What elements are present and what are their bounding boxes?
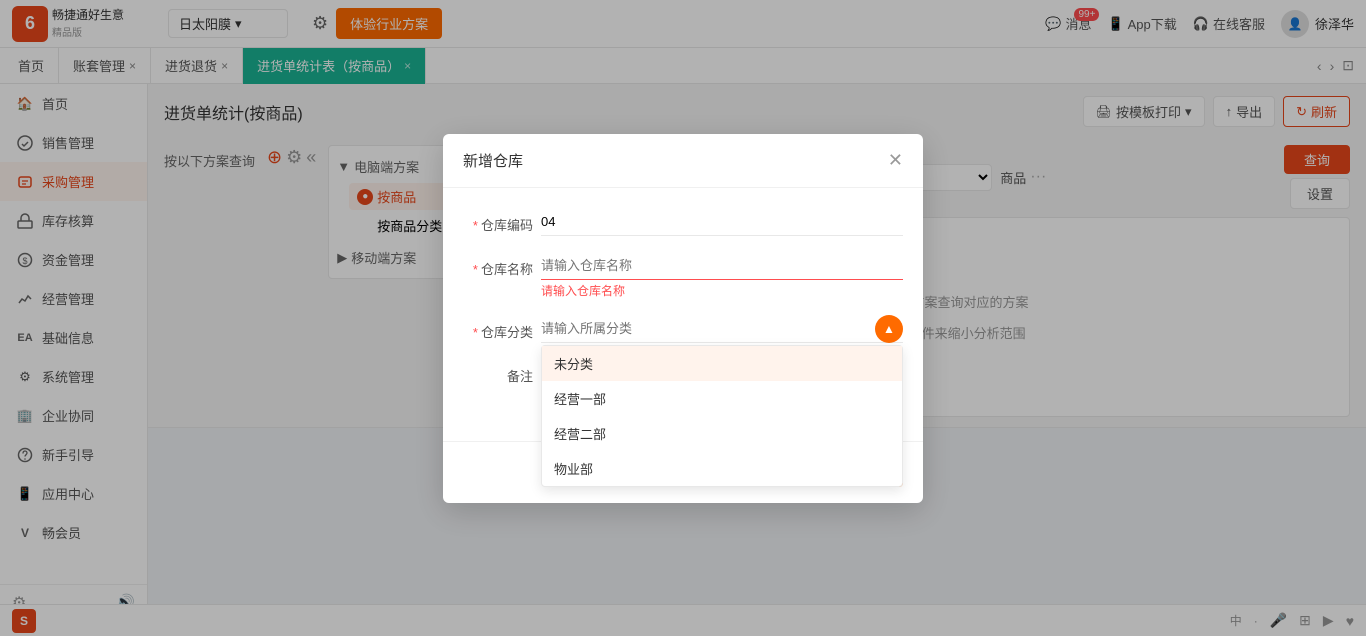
code-input[interactable] bbox=[541, 208, 903, 236]
category-option-2[interactable]: 经营二部 bbox=[542, 416, 902, 451]
name-error-tip: 请输入仓库名称 bbox=[541, 282, 903, 299]
form-row-category: 仓库分类 ▲ 未分类 经营一部 经营二部 物业部 bbox=[463, 315, 903, 343]
code-label: 仓库编码 bbox=[463, 208, 533, 234]
modal-overlay[interactable]: 新增仓库 ✕ 仓库编码 仓库名称 请输入仓库名称 仓库分类 bbox=[0, 0, 1366, 636]
category-label: 仓库分类 bbox=[463, 315, 533, 341]
name-label: 仓库名称 bbox=[463, 252, 533, 278]
name-input-wrap: 请输入仓库名称 bbox=[541, 252, 903, 299]
modal-header: 新增仓库 ✕ bbox=[443, 134, 923, 188]
category-option-3[interactable]: 物业部 bbox=[542, 451, 902, 486]
form-row-code: 仓库编码 bbox=[463, 208, 903, 236]
name-input[interactable] bbox=[541, 252, 903, 280]
category-dropdown: 未分类 经营一部 经营二部 物业部 bbox=[541, 345, 903, 487]
category-toggle-btn[interactable]: ▲ bbox=[875, 315, 903, 343]
new-warehouse-modal: 新增仓库 ✕ 仓库编码 仓库名称 请输入仓库名称 仓库分类 bbox=[443, 134, 923, 503]
note-label: 备注 bbox=[463, 359, 533, 385]
code-input-wrap bbox=[541, 208, 903, 236]
modal-title: 新增仓库 bbox=[463, 150, 523, 171]
category-option-1[interactable]: 经营一部 bbox=[542, 381, 902, 416]
modal-body: 仓库编码 仓库名称 请输入仓库名称 仓库分类 ▲ bbox=[443, 188, 923, 441]
form-row-name: 仓库名称 请输入仓库名称 bbox=[463, 252, 903, 299]
category-input-wrap: ▲ 未分类 经营一部 经营二部 物业部 bbox=[541, 315, 903, 343]
modal-close-btn[interactable]: ✕ bbox=[888, 150, 903, 171]
category-option-0[interactable]: 未分类 bbox=[542, 346, 902, 381]
category-input[interactable] bbox=[541, 315, 903, 343]
